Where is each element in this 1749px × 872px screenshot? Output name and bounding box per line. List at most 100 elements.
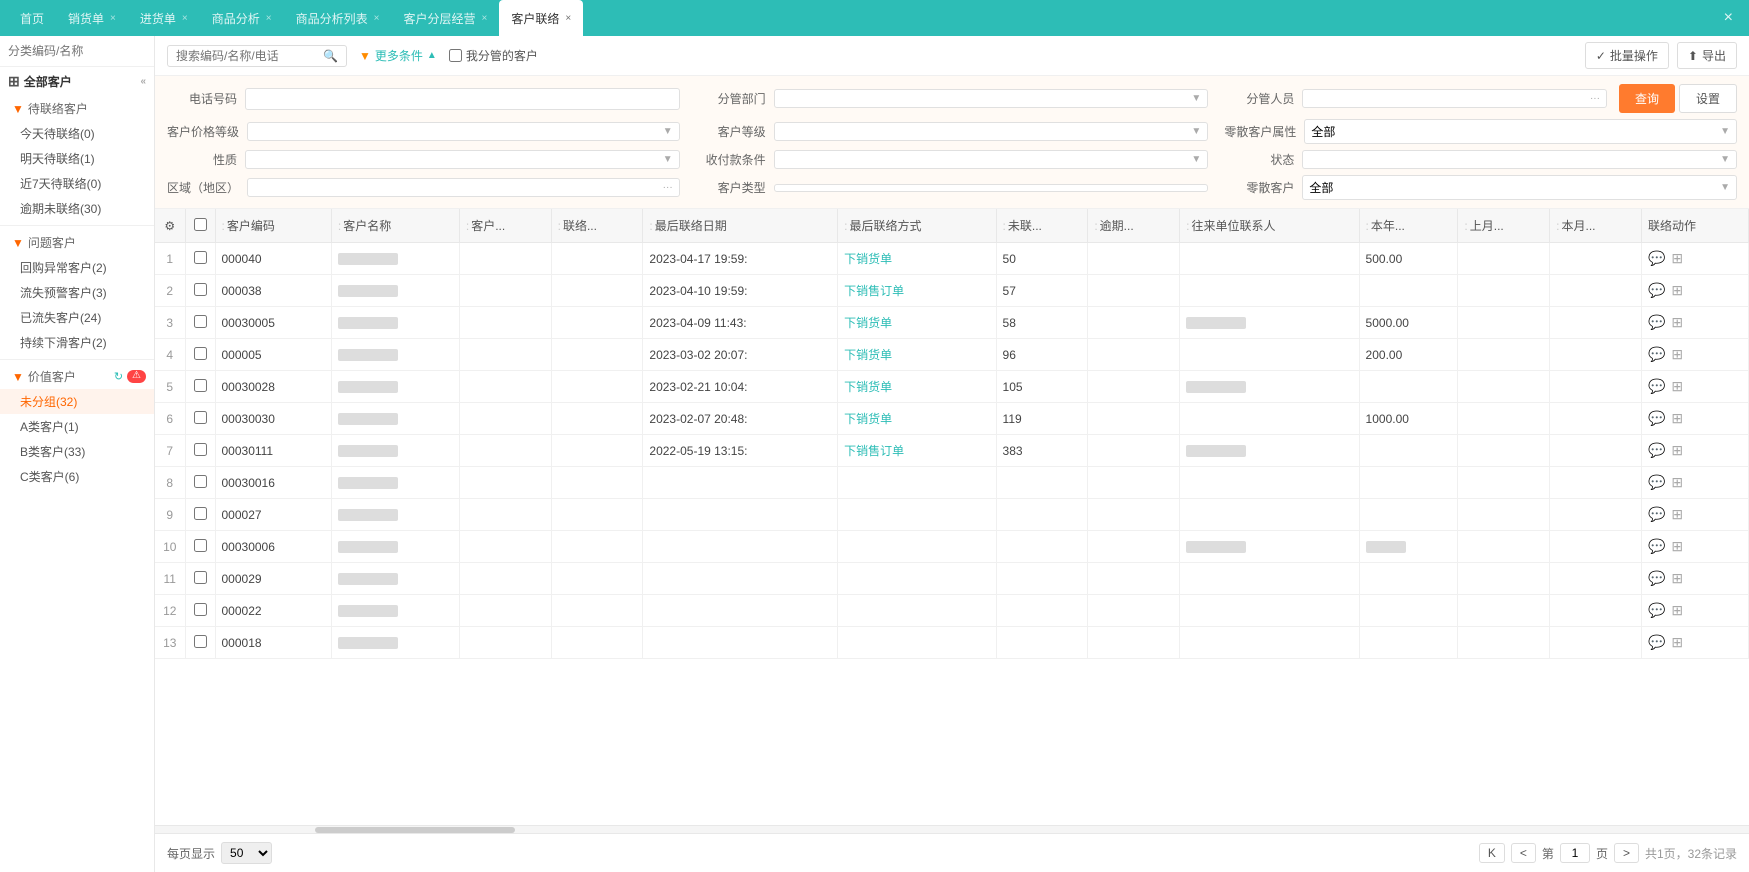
col-settings[interactable]: ⚙ [155, 209, 185, 243]
grid-icon[interactable]: ⊞ [1671, 250, 1683, 267]
row-checkbox[interactable] [194, 603, 207, 616]
chat-icon[interactable]: 💬 [1648, 570, 1665, 587]
grid-icon[interactable]: ⊞ [1671, 570, 1683, 587]
grid-icon[interactable]: ⊞ [1671, 378, 1683, 395]
region-select[interactable]: ··· [247, 178, 680, 197]
grid-icon[interactable]: ⊞ [1671, 442, 1683, 459]
sidebar-item-overdue-pending[interactable]: 逾期未联络(30) [0, 196, 154, 221]
close-contact-icon[interactable]: × [565, 13, 571, 24]
sidebar-item-class-c[interactable]: C类客户(6) [0, 464, 154, 489]
tab-product-analysis-list[interactable]: 商品分析列表 × [284, 0, 392, 36]
grid-icon[interactable]: ⊞ [1671, 538, 1683, 555]
retail-customer-select[interactable]: 全部 ▼ [1302, 175, 1737, 200]
close-segment-icon[interactable]: × [481, 13, 487, 24]
per-page-select[interactable]: 50 100 200 [221, 842, 272, 864]
all-customers-header[interactable]: ⊞ 全部客户 « [0, 67, 154, 96]
tab-customer-segment[interactable]: 客户分层经营 × [391, 0, 499, 36]
prev-page-btn[interactable]: < [1511, 843, 1536, 863]
row-checkbox[interactable] [194, 315, 207, 328]
retail-attr-select[interactable]: 全部 ▼ [1304, 119, 1737, 144]
pending-section-label[interactable]: ▼ 待联络客户 [0, 96, 154, 121]
tab-customer-contact[interactable]: 客户联络 × [499, 0, 583, 36]
grid-icon[interactable]: ⊞ [1671, 634, 1683, 651]
chat-icon[interactable]: 💬 [1648, 634, 1665, 651]
last-method-link[interactable]: 下销售订单 [844, 284, 904, 298]
window-close-icon[interactable]: × [1716, 9, 1741, 27]
grid-icon[interactable]: ⊞ [1671, 474, 1683, 491]
payment-select[interactable]: ▼ [774, 150, 1209, 169]
sidebar-item-ungroup[interactable]: 未分组(32) [0, 389, 154, 414]
sidebar-item-7days-pending[interactable]: 近7天待联络(0) [0, 171, 154, 196]
sidebar-item-churned[interactable]: 已流失客户(24) [0, 305, 154, 330]
last-method-link[interactable]: 下销货单 [844, 252, 892, 266]
last-method-link[interactable]: 下销货单 [844, 348, 892, 362]
chat-icon[interactable]: 💬 [1648, 250, 1665, 267]
grid-icon[interactable]: ⊞ [1671, 602, 1683, 619]
value-section-label[interactable]: ▼ 价值客户 ↻ ⚠ [0, 364, 154, 389]
problem-section-label[interactable]: ▼ 问题客户 [0, 230, 154, 255]
grid-icon[interactable]: ⊞ [1671, 346, 1683, 363]
chat-icon[interactable]: 💬 [1648, 378, 1665, 395]
my-customers-checkbox[interactable] [449, 49, 462, 62]
customer-type-select[interactable] [774, 184, 1209, 192]
first-page-btn[interactable]: K [1479, 843, 1505, 863]
grid-icon[interactable]: ⊞ [1671, 282, 1683, 299]
row-checkbox[interactable] [194, 507, 207, 520]
tab-home[interactable]: 首页 [8, 0, 56, 36]
row-checkbox[interactable] [194, 251, 207, 264]
batch-operation-btn[interactable]: ✓ 批量操作 [1585, 42, 1669, 69]
select-all-checkbox[interactable] [194, 218, 207, 231]
chat-icon[interactable]: 💬 [1648, 410, 1665, 427]
phone-input[interactable] [245, 88, 680, 110]
sidebar-item-abnormal[interactable]: 回购异常客户(2) [0, 255, 154, 280]
close-sales-order-icon[interactable]: × [110, 13, 116, 24]
sidebar-item-declining[interactable]: 持续下滑客户(2) [0, 330, 154, 355]
row-checkbox[interactable] [194, 347, 207, 360]
page-input[interactable] [1560, 843, 1590, 863]
last-method-link[interactable]: 下销货单 [844, 316, 892, 330]
chat-icon[interactable]: 💬 [1648, 442, 1665, 459]
row-checkbox[interactable] [194, 475, 207, 488]
last-method-link[interactable]: 下销货单 [844, 412, 892, 426]
row-checkbox[interactable] [194, 443, 207, 456]
customer-level-select[interactable]: ▼ [774, 122, 1209, 141]
close-purchase-order-icon[interactable]: × [182, 13, 188, 24]
row-checkbox[interactable] [194, 411, 207, 424]
row-checkbox[interactable] [194, 571, 207, 584]
row-checkbox[interactable] [194, 539, 207, 552]
export-btn[interactable]: ⬆ 导出 [1677, 42, 1737, 69]
chat-icon[interactable]: 💬 [1648, 282, 1665, 299]
grid-icon[interactable]: ⊞ [1671, 506, 1683, 523]
price-level-select[interactable]: ▼ [247, 122, 680, 141]
sidebar-item-churn-warning[interactable]: 流失预警客户(3) [0, 280, 154, 305]
my-customers-filter[interactable]: 我分管的客户 [449, 47, 538, 64]
grid-icon[interactable]: ⊞ [1671, 314, 1683, 331]
dept-select[interactable]: ▼ [774, 89, 1209, 108]
refresh-value-icon[interactable]: ↻ [114, 370, 123, 383]
tab-product-analysis[interactable]: 商品分析 × [200, 0, 284, 36]
row-checkbox[interactable] [194, 379, 207, 392]
chat-icon[interactable]: 💬 [1648, 346, 1665, 363]
gender-select[interactable]: ▼ [245, 150, 680, 169]
reset-btn[interactable]: 设置 [1679, 84, 1737, 113]
sidebar-item-tomorrow-pending[interactable]: 明天待联络(1) [0, 146, 154, 171]
close-product-analysis-icon[interactable]: × [266, 13, 272, 24]
tab-sales-order[interactable]: 销货单 × [56, 0, 128, 36]
more-conditions-btn[interactable]: ▼ 更多条件 ▲ [359, 47, 437, 64]
grid-icon[interactable]: ⊞ [1671, 410, 1683, 427]
chat-icon[interactable]: 💬 [1648, 506, 1665, 523]
chat-icon[interactable]: 💬 [1648, 314, 1665, 331]
sidebar-search-input[interactable] [8, 44, 155, 58]
sidebar-item-class-b[interactable]: B类客户(33) [0, 439, 154, 464]
row-checkbox[interactable] [194, 283, 207, 296]
last-method-link[interactable]: 下销售订单 [844, 444, 904, 458]
collapse-icon[interactable]: « [140, 76, 146, 87]
filter-search-icon[interactable]: 🔍 [323, 49, 338, 63]
manager-select[interactable]: ··· [1302, 89, 1607, 108]
sidebar-item-class-a[interactable]: A类客户(1) [0, 414, 154, 439]
chat-icon[interactable]: 💬 [1648, 474, 1665, 491]
close-product-list-icon[interactable]: × [374, 13, 380, 24]
query-btn[interactable]: 查询 [1619, 84, 1675, 113]
chat-icon[interactable]: 💬 [1648, 602, 1665, 619]
status-select[interactable]: ▼ [1302, 150, 1737, 169]
